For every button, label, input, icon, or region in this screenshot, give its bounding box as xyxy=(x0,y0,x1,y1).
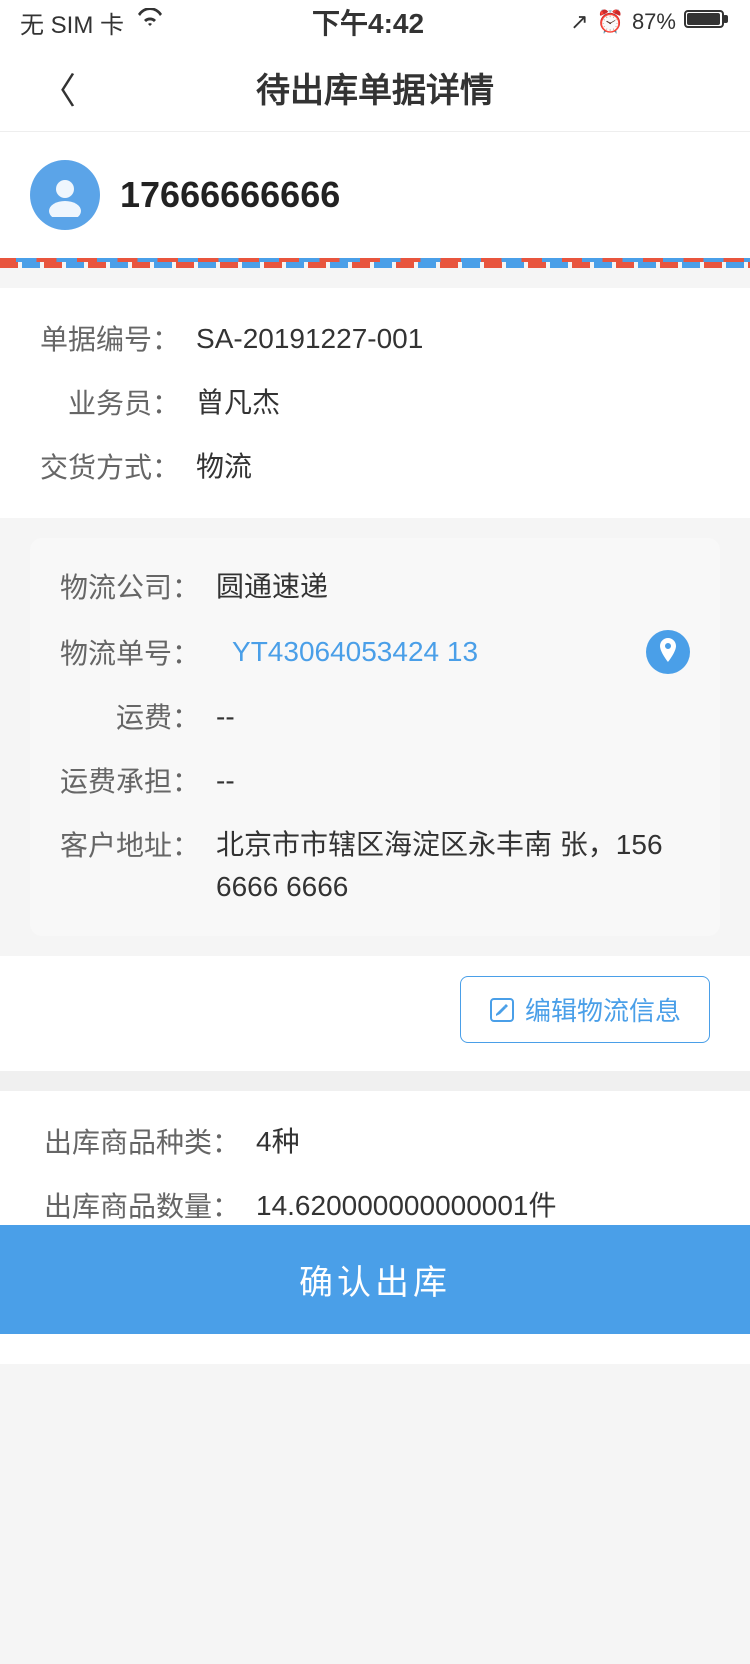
outbound-quantity-row: 出库商品数量： 14.620000000000001件 xyxy=(40,1185,710,1227)
battery-text: 87% xyxy=(632,9,676,35)
edit-logistics-btn-row: 编辑物流信息 xyxy=(0,956,750,1071)
document-number-label: 单据编号： xyxy=(40,318,180,358)
alarm-icon: ⏰ xyxy=(597,9,624,35)
outbound-category-label: 出库商品种类： xyxy=(40,1121,240,1161)
delivery-method-label: 交货方式： xyxy=(40,446,180,486)
bottom-spacer xyxy=(0,1364,750,1544)
status-right: ↗ ⏰ 87% xyxy=(570,8,730,36)
avatar xyxy=(30,160,100,230)
outbound-category-value: 4种 xyxy=(256,1121,710,1163)
edit-logistics-label: 编辑物流信息 xyxy=(525,991,681,1028)
delivery-method-row: 交货方式： 物流 xyxy=(40,446,710,488)
outbound-quantity-label: 出库商品数量： xyxy=(40,1185,240,1225)
track-location-button[interactable] xyxy=(646,630,690,674)
logistics-section: 物流公司： 圆通速递 物流单号： YT43064053424 13 运费： --… xyxy=(30,538,720,936)
outbound-category-row: 出库商品种类： 4种 xyxy=(40,1121,710,1163)
customer-address-row: 客户地址： 北京市市辖区海淀区永丰南 张，156 6666 6666 xyxy=(60,824,690,908)
customer-phone: 17666666666 xyxy=(120,174,340,216)
sales-person-row: 业务员： 曾凡杰 xyxy=(40,382,710,424)
freight-value: -- xyxy=(216,696,690,738)
freight-row: 运费： -- xyxy=(60,696,690,738)
customer-header: 17666666666 xyxy=(0,132,750,262)
delivery-method-value: 物流 xyxy=(196,446,710,488)
order-info-section: 单据编号： SA-20191227-001 业务员： 曾凡杰 交货方式： 物流 xyxy=(0,288,750,518)
nav-bar: 〈 待出库单据详情 xyxy=(0,44,750,132)
freight-bearer-label: 运费承担： xyxy=(60,760,200,800)
freight-label: 运费： xyxy=(60,696,200,736)
document-number-value: SA-20191227-001 xyxy=(196,318,710,360)
document-number-row: 单据编号： SA-20191227-001 xyxy=(40,318,710,360)
tracking-number-value: YT43064053424 13 xyxy=(232,631,630,673)
section-divider xyxy=(0,1071,750,1091)
tracking-number-label: 物流单号： xyxy=(60,632,200,672)
status-bar: 无 SIM 卡 下午4:42 ↗ ⏰ 87% xyxy=(0,0,750,44)
battery-icon xyxy=(684,8,730,36)
sales-person-label: 业务员： xyxy=(40,382,180,422)
sales-person-value: 曾凡杰 xyxy=(196,382,710,424)
logistics-company-label: 物流公司： xyxy=(60,566,200,606)
dashed-divider xyxy=(0,262,750,268)
edit-logistics-button[interactable]: 编辑物流信息 xyxy=(460,976,710,1043)
status-time: 下午4:42 xyxy=(312,2,424,42)
wifi-icon xyxy=(134,8,166,37)
freight-bearer-row: 运费承担： -- xyxy=(60,760,690,802)
page-title: 待出库单据详情 xyxy=(256,63,494,112)
confirm-outbound-button[interactable]: 确认出库 xyxy=(0,1255,750,1304)
location-status-icon: ↗ xyxy=(570,9,588,35)
freight-bearer-value: -- xyxy=(216,760,690,802)
customer-address-label: 客户地址： xyxy=(60,824,200,864)
customer-address-value: 北京市市辖区海淀区永丰南 张，156 6666 6666 xyxy=(216,824,690,908)
carrier-text: 无 SIM 卡 xyxy=(20,5,124,40)
confirm-btn-wrapper: 确认出库 xyxy=(0,1225,750,1334)
logistics-company-value: 圆通速递 xyxy=(216,566,690,608)
tracking-number-row: 物流单号： YT43064053424 13 xyxy=(60,630,690,674)
logistics-company-row: 物流公司： 圆通速递 xyxy=(60,566,690,608)
outbound-quantity-value: 14.620000000000001件 xyxy=(256,1185,710,1227)
back-button[interactable]: 〈 xyxy=(30,52,86,124)
status-left: 无 SIM 卡 xyxy=(20,5,166,40)
